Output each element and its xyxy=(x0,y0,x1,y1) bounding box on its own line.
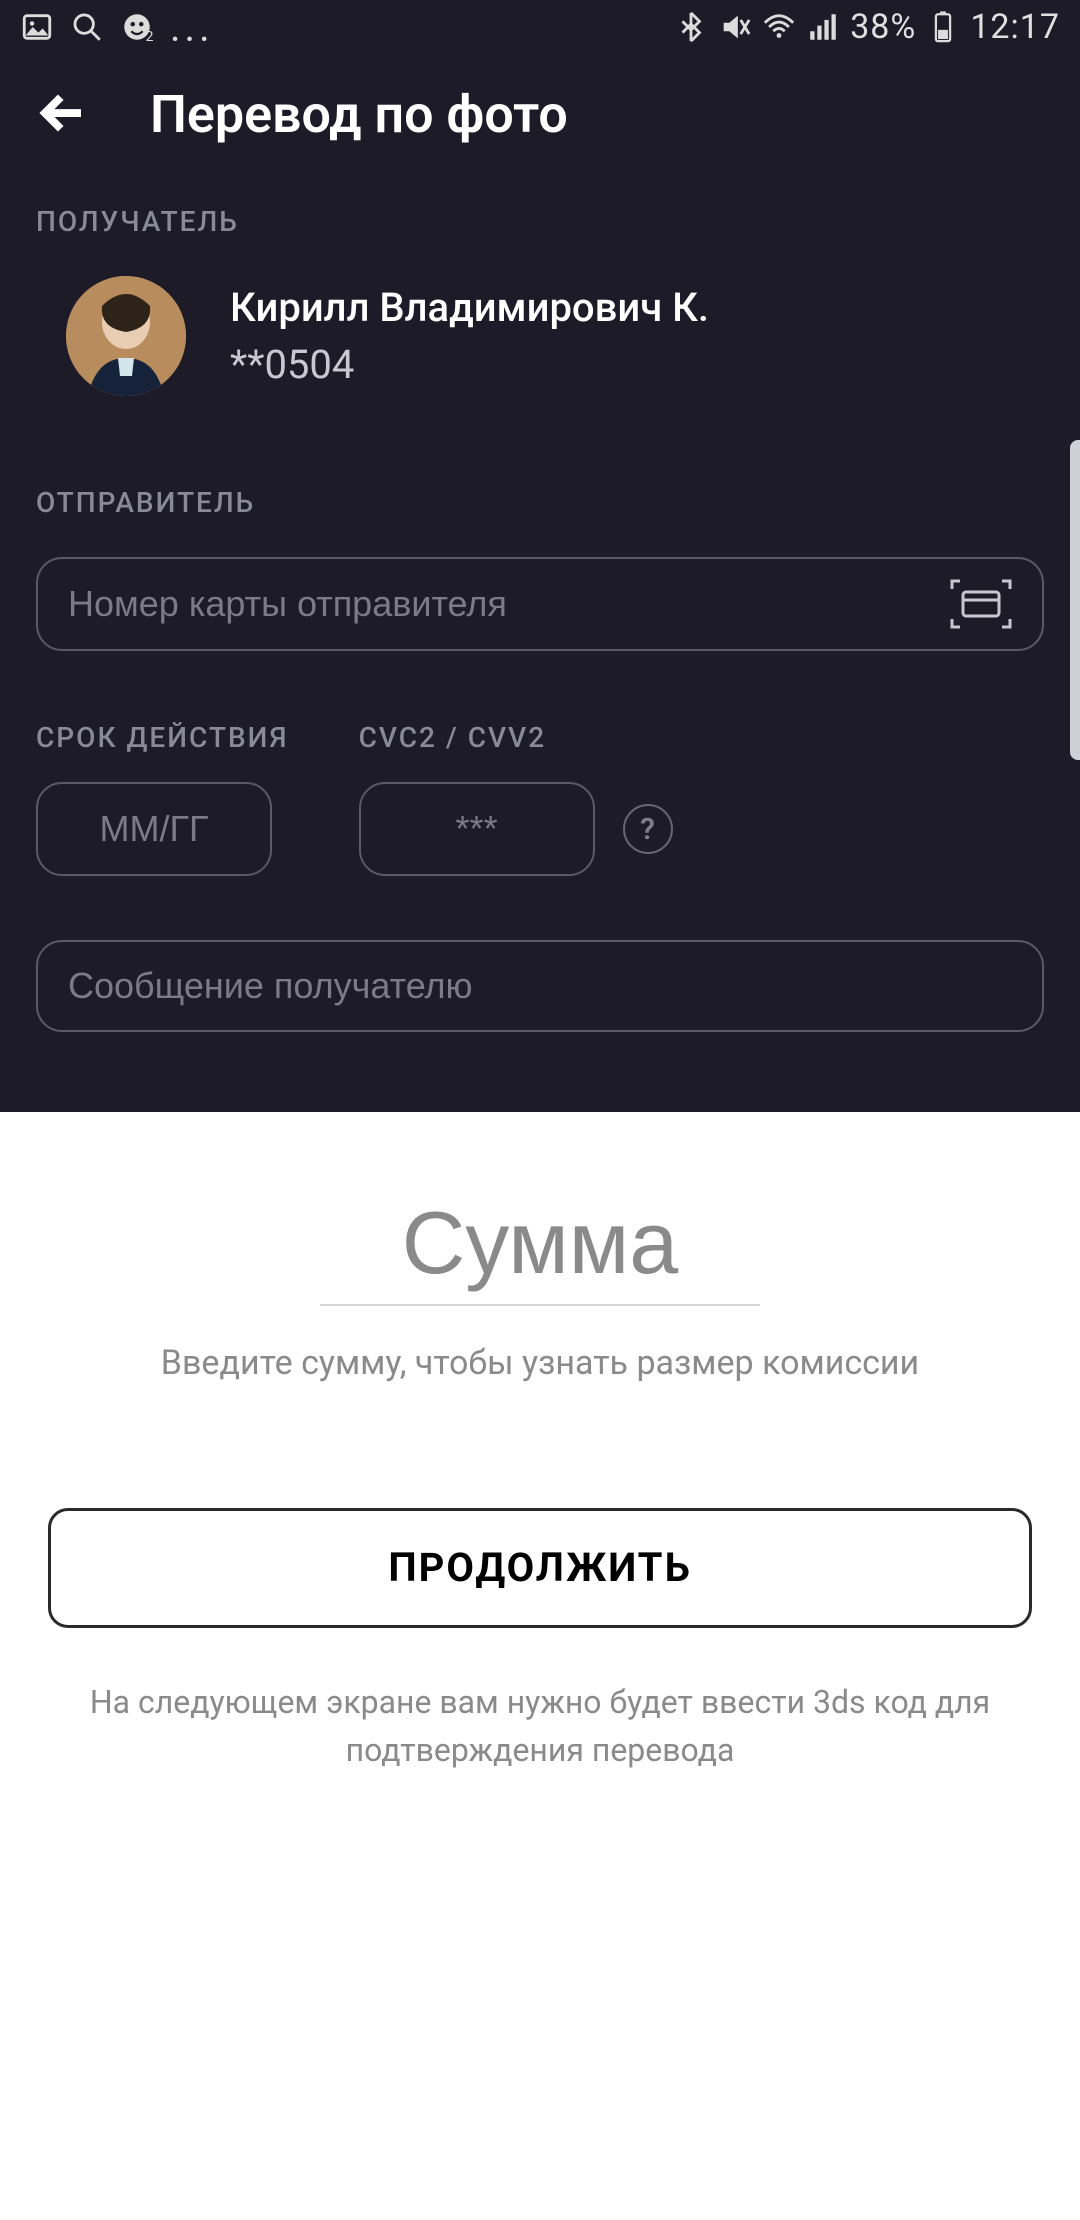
expiry-label: СРОК ДЕЙСТВИЯ xyxy=(36,721,289,754)
continue-button[interactable]: ПРОДОЛЖИТЬ xyxy=(48,1508,1032,1628)
message-input[interactable] xyxy=(68,965,1012,1007)
sender-card-field[interactable] xyxy=(36,557,1044,651)
transfer-form-panel: Перевод по фото ПОЛУЧАТЕЛЬ Кирилл Владим… xyxy=(0,54,1080,1112)
cvc-field[interactable] xyxy=(359,782,595,876)
recipient-card-masked: **0504 xyxy=(230,341,709,388)
cvc-input[interactable] xyxy=(391,808,563,850)
more-notifications-icon: ... xyxy=(170,4,214,51)
amount-panel: Введите сумму, чтобы узнать размер комис… xyxy=(0,1112,1080,1814)
back-button[interactable] xyxy=(36,86,90,144)
battery-icon xyxy=(926,10,960,44)
cvc-help-button[interactable]: ? xyxy=(623,804,673,854)
signal-icon xyxy=(806,10,840,44)
image-notification-icon xyxy=(20,10,54,44)
recipient-avatar xyxy=(66,276,186,396)
message-field[interactable] xyxy=(36,940,1044,1032)
expiry-field[interactable] xyxy=(36,782,272,876)
amount-input[interactable] xyxy=(320,1192,760,1306)
edge-scroll-indicator[interactable] xyxy=(1070,440,1080,760)
status-bar: 2 ... 38% 12:17 xyxy=(0,0,1080,54)
commission-hint: Введите сумму, чтобы узнать размер комис… xyxy=(48,1340,1032,1388)
page-title: Перевод по фото xyxy=(150,84,568,145)
app-notification-icon: 2 xyxy=(120,10,154,44)
recipient-row[interactable]: Кирилл Владимирович К. **0504 xyxy=(36,276,1044,396)
recipient-name: Кирилл Владимирович К. xyxy=(230,284,709,331)
expiry-input[interactable] xyxy=(68,808,240,850)
search-notification-icon xyxy=(70,10,104,44)
recipient-section-label: ПОЛУЧАТЕЛЬ xyxy=(36,205,1044,238)
sender-section-label: ОТПРАВИТЕЛЬ xyxy=(36,486,1044,519)
mute-icon xyxy=(718,10,752,44)
threeds-hint: На следующем экране вам нужно будет ввес… xyxy=(48,1678,1032,1774)
wifi-icon xyxy=(762,10,796,44)
sender-card-input[interactable] xyxy=(68,583,950,625)
battery-percent: 38% xyxy=(850,7,916,47)
scan-card-icon[interactable] xyxy=(950,579,1012,629)
cvc-label: CVC2 / CVV2 xyxy=(359,721,673,754)
bluetooth-icon xyxy=(674,10,708,44)
clock: 12:17 xyxy=(970,7,1060,47)
svg-text:2: 2 xyxy=(146,29,154,44)
